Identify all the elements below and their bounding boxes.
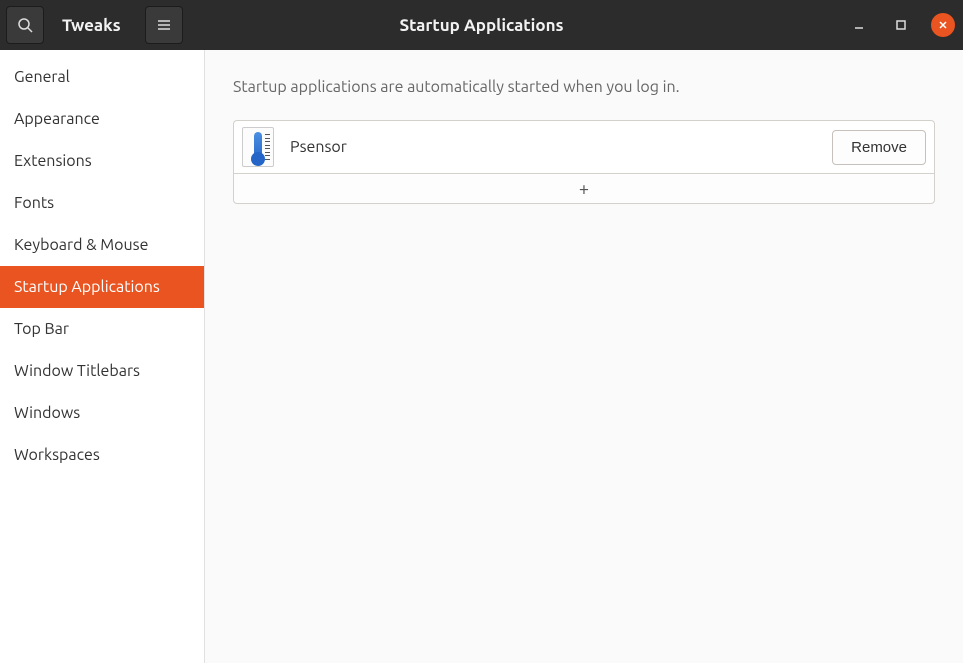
sidebar-item-label: General bbox=[14, 68, 70, 86]
description-text: Startup applications are automatically s… bbox=[233, 78, 935, 96]
search-icon bbox=[17, 17, 33, 33]
sidebar: General Appearance Extensions Fonts Keyboard… bbox=[0, 50, 205, 663]
titlebar-left: Tweaks bbox=[0, 0, 183, 50]
app-title: Tweaks bbox=[62, 16, 121, 35]
sidebar-item-extensions[interactable]: Extensions bbox=[0, 140, 204, 182]
sidebar-item-general[interactable]: General bbox=[0, 56, 204, 98]
app-row: Psensor Remove bbox=[234, 121, 934, 173]
maximize-button[interactable] bbox=[889, 13, 913, 37]
add-app-button[interactable]: + bbox=[234, 173, 934, 203]
sidebar-item-label: Windows bbox=[14, 404, 80, 422]
body-area: General Appearance Extensions Fonts Keyboard… bbox=[0, 50, 963, 663]
minimize-icon bbox=[853, 19, 865, 31]
sidebar-item-workspaces[interactable]: Workspaces bbox=[0, 434, 204, 476]
sidebar-item-label: Top Bar bbox=[14, 320, 69, 338]
sidebar-item-startup-applications[interactable]: Startup Applications bbox=[0, 266, 204, 308]
sidebar-item-label: Keyboard & Mouse bbox=[14, 236, 148, 254]
close-icon bbox=[937, 19, 949, 31]
page-title: Startup Applications bbox=[399, 16, 563, 35]
startup-apps-list: Psensor Remove + bbox=[233, 120, 935, 204]
hamburger-icon bbox=[156, 17, 172, 33]
titlebar: Tweaks Startup Applications bbox=[0, 0, 963, 50]
hamburger-menu-button[interactable] bbox=[145, 6, 183, 44]
window-controls bbox=[847, 13, 955, 37]
remove-button[interactable]: Remove bbox=[832, 130, 926, 165]
sidebar-item-top-bar[interactable]: Top Bar bbox=[0, 308, 204, 350]
content-pane: Startup applications are automatically s… bbox=[205, 50, 963, 663]
search-button[interactable] bbox=[6, 6, 44, 44]
plus-icon: + bbox=[579, 179, 589, 199]
sidebar-item-label: Window Titlebars bbox=[14, 362, 140, 380]
sidebar-item-label: Startup Applications bbox=[14, 278, 160, 296]
minimize-button[interactable] bbox=[847, 13, 871, 37]
close-button[interactable] bbox=[931, 13, 955, 37]
sidebar-item-label: Extensions bbox=[14, 152, 92, 170]
sidebar-item-appearance[interactable]: Appearance bbox=[0, 98, 204, 140]
sidebar-item-label: Workspaces bbox=[14, 446, 100, 464]
sidebar-item-keyboard-mouse[interactable]: Keyboard & Mouse bbox=[0, 224, 204, 266]
sidebar-item-window-titlebars[interactable]: Window Titlebars bbox=[0, 350, 204, 392]
sidebar-item-label: Appearance bbox=[14, 110, 100, 128]
thermometer-icon bbox=[242, 127, 274, 167]
sidebar-item-fonts[interactable]: Fonts bbox=[0, 182, 204, 224]
app-name-label: Psensor bbox=[290, 138, 816, 156]
maximize-icon bbox=[895, 19, 907, 31]
sidebar-item-windows[interactable]: Windows bbox=[0, 392, 204, 434]
sidebar-item-label: Fonts bbox=[14, 194, 54, 212]
